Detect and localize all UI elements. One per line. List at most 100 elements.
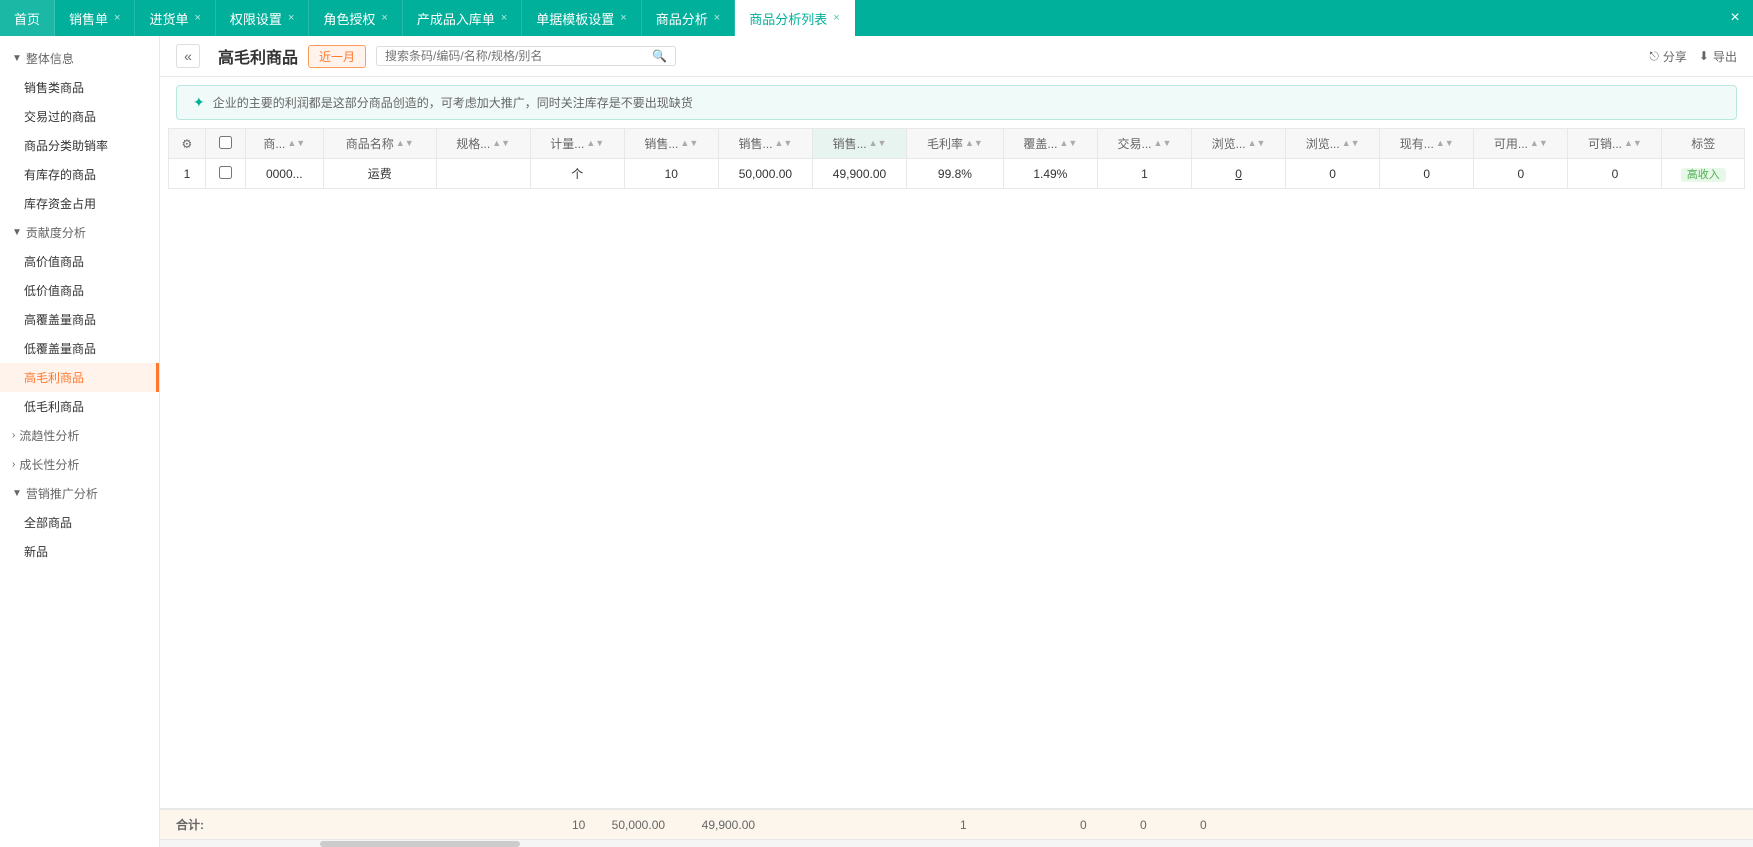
sidebar-item-all-goods[interactable]: 全部商品 — [0, 508, 159, 537]
row-spec — [436, 159, 530, 189]
row-index: 1 — [169, 159, 206, 189]
search-input[interactable] — [385, 49, 648, 63]
col-saleable-sort: ▲▼ — [1624, 139, 1642, 148]
sidebar-item-in-stock[interactable]: 有库存的商品 — [0, 160, 159, 189]
footer-blank2 — [773, 818, 933, 832]
sidebar-item-low-margin[interactable]: 低毛利商品 — [0, 392, 159, 421]
row-view1[interactable]: 0 — [1191, 159, 1285, 189]
nav-tab-template[interactable]: 单据模板设置 × — [522, 0, 641, 36]
nav-tab-permission-label: 权限设置 — [230, 9, 282, 28]
col-saleable[interactable]: 可销... ▲▼ — [1568, 129, 1662, 159]
nav-tab-inbound-label: 产成品入库单 — [417, 9, 495, 28]
col-trade[interactable]: 交易... ▲▼ — [1097, 129, 1191, 159]
col-available[interactable]: 可用... ▲▼ — [1474, 129, 1568, 159]
sidebar-item-stock-capital[interactable]: 库存资金占用 — [0, 189, 159, 218]
nav-tab-purchase-close[interactable]: × — [194, 12, 200, 24]
sidebar-group-overall-label: 整体信息 — [26, 50, 74, 67]
col-checkbox[interactable] — [205, 129, 245, 159]
sidebar-collapse-button[interactable]: « — [176, 44, 200, 68]
col-sale-qty[interactable]: 销售... ▲▼ — [624, 129, 718, 159]
nav-tab-sales[interactable]: 销售单 × — [55, 0, 135, 36]
nav-tab-home[interactable]: 首页 — [0, 0, 55, 36]
search-icon[interactable]: 🔍 — [652, 49, 667, 63]
row-code[interactable]: 0000... — [245, 159, 323, 189]
info-icon: ✦ — [193, 94, 205, 111]
sidebar-item-sales-goods[interactable]: 销售类商品 — [0, 73, 159, 102]
col-settings[interactable]: ⚙ — [169, 129, 206, 159]
nav-tab-analysis-close[interactable]: × — [714, 12, 720, 24]
col-trade-label: 交易... — [1118, 135, 1152, 152]
collapse-contribution-icon: ▼ — [12, 227, 22, 238]
nav-tab-analysis-label: 商品分析 — [656, 9, 708, 28]
row-saleable: 0 — [1568, 159, 1662, 189]
sidebar-item-high-coverage[interactable]: 高覆盖量商品 — [0, 305, 159, 334]
col-unit[interactable]: 计量... ▲▼ — [530, 129, 624, 159]
table-row: 1 0000... 运费 个 10 50,000.00 49,900.00 99… — [169, 159, 1745, 189]
col-sale-profit[interactable]: 销售... ▲▼ — [812, 129, 906, 159]
nav-tab-analysis-list[interactable]: 商品分析列表 × — [735, 0, 854, 36]
nav-tab-sales-close[interactable]: × — [114, 12, 120, 24]
col-code[interactable]: 商... ▲▼ — [245, 129, 323, 159]
nav-tab-permission-close[interactable]: × — [288, 12, 294, 24]
col-spec[interactable]: 规格... ▲▼ — [436, 129, 530, 159]
footer-sale-qty: 10 — [564, 818, 593, 832]
nav-tab-purchase[interactable]: 进货单 × — [135, 0, 215, 36]
nav-tab-role-close[interactable]: × — [381, 12, 387, 24]
col-gross-margin[interactable]: 毛利率 ▲▼ — [907, 129, 1004, 159]
sidebar-group-contribution-label: 贡献度分析 — [26, 224, 86, 241]
footer-blank3 — [993, 818, 1053, 832]
col-current-stock[interactable]: 现有... ▲▼ — [1380, 129, 1474, 159]
col-view1[interactable]: 浏览... ▲▼ — [1191, 129, 1285, 159]
sidebar-item-high-margin[interactable]: 高毛利商品 — [0, 363, 159, 392]
nav-tab-analysis[interactable]: 商品分析 × — [642, 0, 735, 36]
sidebar-item-high-value[interactable]: 高价值商品 — [0, 247, 159, 276]
bottom-scrollbar[interactable] — [160, 839, 1753, 847]
col-tag[interactable]: 标签 — [1662, 129, 1745, 159]
table-container: ⚙ 商... ▲▼ 商品名称 — [160, 128, 1753, 808]
col-code-label: 商... — [263, 135, 285, 152]
row-view1-link[interactable]: 0 — [1235, 167, 1242, 181]
filter-recent-month-button[interactable]: 近一月 — [308, 45, 366, 68]
sidebar-group-trend[interactable]: › 流趋性分析 — [0, 421, 159, 450]
sidebar-group-overall[interactable]: ▼ 整体信息 — [0, 44, 159, 73]
footer-values: 10 50,000.00 49,900.00 1 0 0 0 — [224, 818, 1737, 832]
footer-view2: 0 — [1053, 818, 1113, 832]
col-trade-sort: ▲▼ — [1154, 139, 1172, 148]
nav-tab-permission[interactable]: 权限设置 × — [216, 0, 309, 36]
col-sale-amount[interactable]: 销售... ▲▼ — [718, 129, 812, 159]
search-box: 🔍 — [376, 46, 676, 66]
col-coverage-label: 覆盖... — [1023, 135, 1057, 152]
nav-tab-inbound[interactable]: 产成品入库单 × — [403, 0, 522, 36]
window-close-button[interactable]: × — [1717, 0, 1753, 36]
nav-tab-inbound-close[interactable]: × — [501, 12, 507, 24]
nav-tab-template-close[interactable]: × — [620, 12, 626, 24]
row-sale-profit: 49,900.00 — [812, 159, 906, 189]
row-checkbox-cell[interactable] — [205, 159, 245, 189]
sidebar-item-category-rate[interactable]: 商品分类助销率 — [0, 131, 159, 160]
col-name[interactable]: 商品名称 ▲▼ — [323, 129, 436, 159]
share-button[interactable]: ⎋ 分享 — [1649, 48, 1687, 65]
sidebar-item-low-value[interactable]: 低价值商品 — [0, 276, 159, 305]
footer-sale-profit: 49,900.00 — [683, 818, 773, 832]
sidebar-item-low-coverage[interactable]: 低覆盖量商品 — [0, 334, 159, 363]
col-sale-qty-sort: ▲▼ — [680, 139, 698, 148]
col-view2[interactable]: 浏览... ▲▼ — [1286, 129, 1380, 159]
sidebar-item-traded-goods[interactable]: 交易过的商品 — [0, 102, 159, 131]
row-coverage: 1.49% — [1003, 159, 1097, 189]
col-view1-sort: ▲▼ — [1248, 139, 1266, 148]
sidebar-group-contribution[interactable]: ▼ 贡献度分析 — [0, 218, 159, 247]
nav-tab-analysis-list-close[interactable]: × — [833, 12, 839, 24]
row-available: 0 — [1474, 159, 1568, 189]
row-checkbox[interactable] — [219, 166, 232, 179]
col-coverage[interactable]: 覆盖... ▲▼ — [1003, 129, 1097, 159]
col-current-stock-label: 现有... — [1400, 135, 1434, 152]
sidebar-group-growth[interactable]: › 成长性分析 — [0, 450, 159, 479]
bottom-scrollbar-thumb[interactable] — [320, 841, 520, 847]
select-all-checkbox[interactable] — [219, 136, 232, 149]
sidebar-item-new-goods[interactable]: 新品 — [0, 537, 159, 566]
export-button[interactable]: ⬇ 导出 — [1699, 48, 1737, 65]
sidebar-group-marketing[interactable]: ▼ 营销推广分析 — [0, 479, 159, 508]
sidebar: ▼ 整体信息 销售类商品 交易过的商品 商品分类助销率 有库存的商品 库存资金占… — [0, 36, 160, 847]
nav-tab-role[interactable]: 角色授权 × — [309, 0, 402, 36]
footer-available: 0 — [1173, 818, 1233, 832]
